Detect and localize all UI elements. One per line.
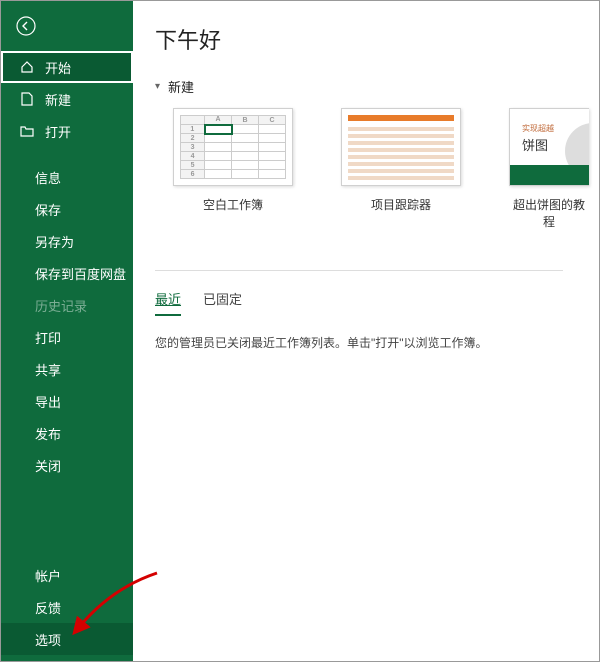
home-icon xyxy=(19,60,35,74)
sidebar-item-save-baidu[interactable]: 保存到百度网盘 xyxy=(1,257,133,289)
main-panel: 下午好 ▾ 新建 ABC 1 2 3 4 5 6 空白工作簿 xyxy=(133,1,599,661)
sidebar-item-open[interactable]: 打开 xyxy=(1,115,133,147)
tab-pinned[interactable]: 已固定 xyxy=(203,289,242,316)
sidebar-bottom: 帐户 反馈 选项 xyxy=(1,559,133,661)
sidebar-item-new[interactable]: 新建 xyxy=(1,83,133,115)
sidebar-item-options[interactable]: 选项 xyxy=(1,623,133,655)
folder-icon xyxy=(19,125,35,137)
sidebar-item-info[interactable]: 信息 xyxy=(1,161,133,193)
sidebar-item-home[interactable]: 开始 xyxy=(1,51,133,83)
back-button[interactable] xyxy=(9,9,43,43)
sidebar-item-label: 开始 xyxy=(45,58,71,77)
template-label: 超出饼图的教程 xyxy=(509,196,589,230)
template-thumb: ABC 1 2 3 4 5 6 xyxy=(173,108,293,186)
sidebar-secondary: 信息 保存 另存为 保存到百度网盘 历史记录 打印 共享 导出 发布 关闭 xyxy=(1,161,133,481)
template-blank-workbook[interactable]: ABC 1 2 3 4 5 6 空白工作簿 xyxy=(173,108,293,230)
template-label: 项目跟踪器 xyxy=(371,196,431,213)
recent-tabs: 最近 已固定 xyxy=(155,289,599,316)
sidebar: 开始 新建 打开 信息 保存 另存为 保存到百度网盘 历史记录 打印 共享 导出… xyxy=(1,1,133,661)
template-project-tracker[interactable]: 项目跟踪器 xyxy=(341,108,461,230)
sidebar-item-publish[interactable]: 发布 xyxy=(1,417,133,449)
template-pie-tutorial[interactable]: 实现超越 饼图 超出饼图的教程 xyxy=(509,108,589,230)
sidebar-item-history: 历史记录 xyxy=(1,289,133,321)
tab-recent[interactable]: 最近 xyxy=(155,289,181,316)
greeting-title: 下午好 xyxy=(155,23,599,55)
template-gallery: ABC 1 2 3 4 5 6 空白工作簿 项目跟踪器 xyxy=(173,108,599,230)
sidebar-item-print[interactable]: 打印 xyxy=(1,321,133,353)
sidebar-item-share[interactable]: 共享 xyxy=(1,353,133,385)
sidebar-item-label: 新建 xyxy=(45,90,71,109)
sidebar-item-account[interactable]: 帐户 xyxy=(1,559,133,591)
doc-icon xyxy=(19,92,35,106)
sidebar-item-feedback[interactable]: 反馈 xyxy=(1,591,133,623)
divider xyxy=(155,270,563,271)
new-section-header[interactable]: ▾ 新建 xyxy=(155,77,599,96)
recent-disabled-message: 您的管理员已关闭最近工作簿列表。单击"打开"以浏览工作簿。 xyxy=(155,334,599,351)
template-thumb xyxy=(341,108,461,186)
sidebar-item-saveas[interactable]: 另存为 xyxy=(1,225,133,257)
sidebar-item-close[interactable]: 关闭 xyxy=(1,449,133,481)
sidebar-item-export[interactable]: 导出 xyxy=(1,385,133,417)
template-thumb: 实现超越 饼图 xyxy=(509,108,589,186)
chevron-down-icon: ▾ xyxy=(155,81,160,92)
sidebar-primary: 开始 新建 打开 xyxy=(1,51,133,147)
sidebar-item-label: 打开 xyxy=(45,122,71,141)
template-label: 空白工作簿 xyxy=(203,196,263,213)
backstage-view: 开始 新建 打开 信息 保存 另存为 保存到百度网盘 历史记录 打印 共享 导出… xyxy=(0,0,600,662)
new-section-label: 新建 xyxy=(168,77,194,96)
sidebar-item-save[interactable]: 保存 xyxy=(1,193,133,225)
